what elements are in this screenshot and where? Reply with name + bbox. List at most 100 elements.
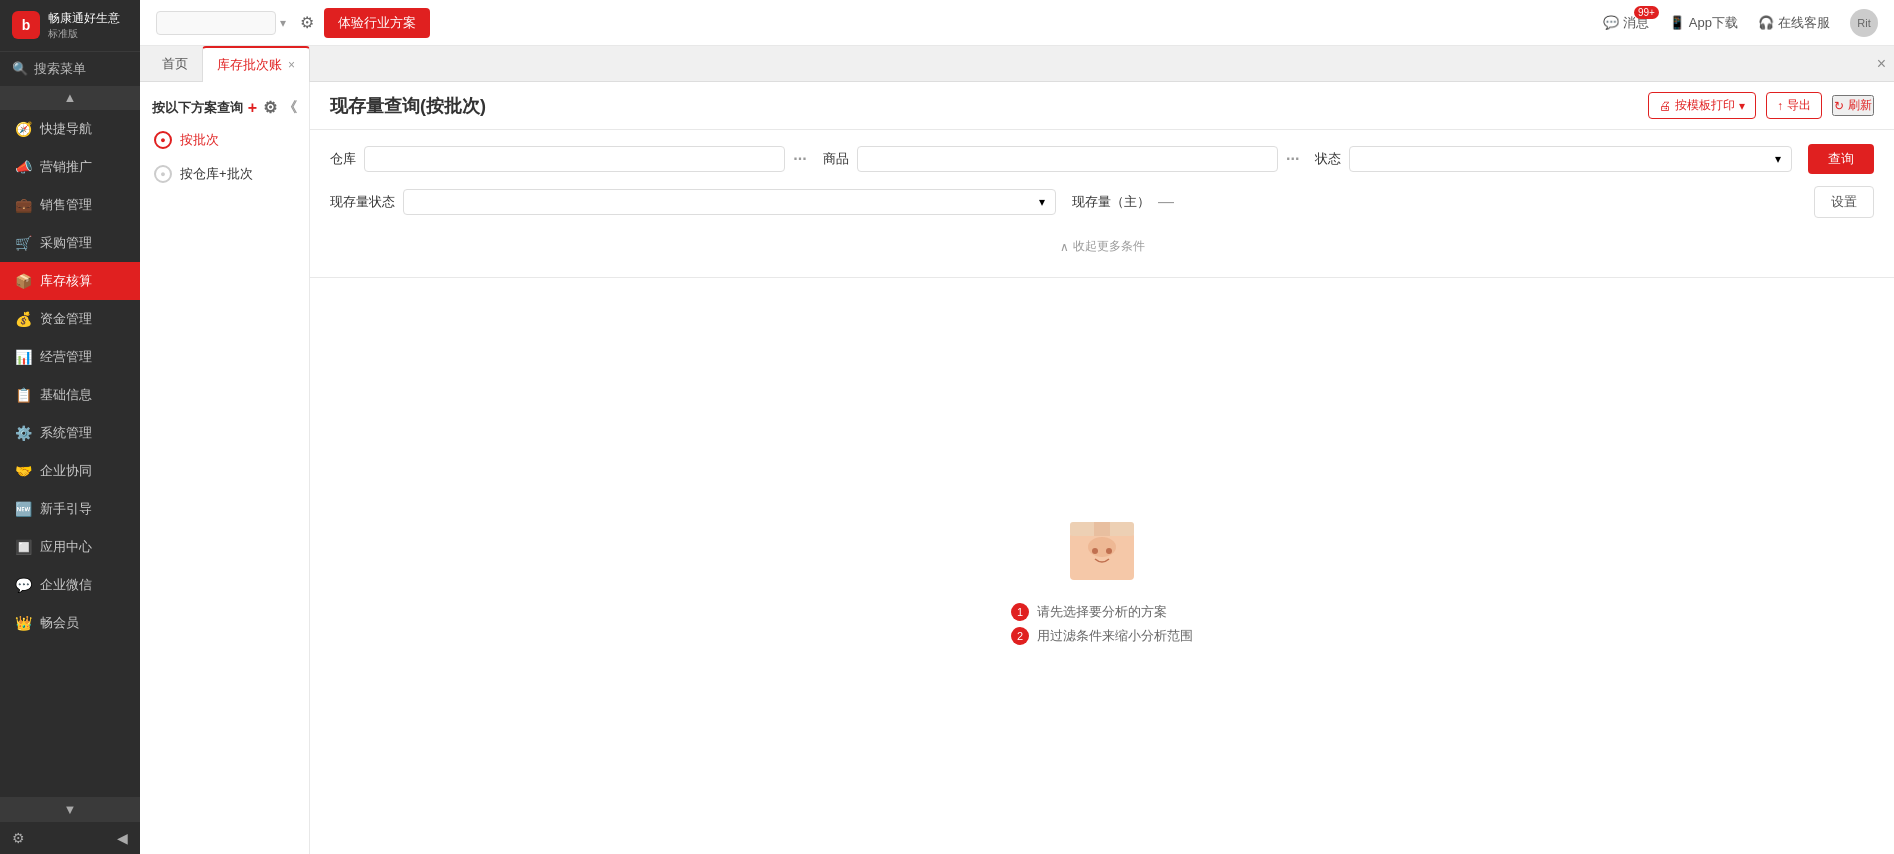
sidebar-item-enterprise[interactable]: 🤝企业协同 bbox=[0, 452, 140, 490]
sidebar-logo: b bbox=[12, 11, 40, 39]
sidebar-item-purchase[interactable]: 🛒采购管理 bbox=[0, 224, 140, 262]
scheme-item-by_warehouse_batch[interactable]: ●按仓库+批次 bbox=[140, 157, 309, 191]
refresh-btn[interactable]: ↻ 刷新 bbox=[1832, 95, 1874, 116]
query-btn[interactable]: 查询 bbox=[1808, 144, 1874, 174]
messages-btn[interactable]: 💬 消息 99+ bbox=[1603, 14, 1649, 32]
user-profile-btn[interactable]: Rit bbox=[1850, 9, 1878, 37]
sidebar-item-finance[interactable]: 💰资金管理 bbox=[0, 300, 140, 338]
collapse-panel-icon[interactable]: 《 bbox=[283, 99, 297, 117]
warehouse-input[interactable] bbox=[364, 146, 785, 172]
scheme-dot-by_warehouse_batch: ● bbox=[154, 165, 172, 183]
scheme-item-by_batch[interactable]: ●按批次 bbox=[140, 123, 309, 157]
scroll-up-btn[interactable]: ▲ bbox=[0, 86, 140, 110]
topbar-gear-icon[interactable]: ⚙ bbox=[300, 13, 314, 32]
filter-warehouse: 仓库 ··· bbox=[330, 146, 807, 172]
sidebar: b 畅康通好生意 标准版 🔍 搜索菜单 ▲ 🧭快捷导航 📣 营销推广 💼销售管理🛒采购… bbox=[0, 0, 140, 854]
page-header: 现存量查询(按批次) 🖨 按模板打印 ▾ ↑ 导出 ↻ 刷新 bbox=[310, 82, 1894, 130]
tip-text: 请先选择要分析的方案 bbox=[1037, 603, 1167, 621]
sidebar-brand-info: 畅康通好生意 标准版 bbox=[48, 10, 120, 41]
inventory-icon: 📦 bbox=[14, 272, 32, 290]
app-download-label: App下载 bbox=[1689, 14, 1738, 32]
topbar-search-input[interactable] bbox=[156, 11, 276, 35]
sidebar-item-system[interactable]: ⚙️系统管理 bbox=[0, 414, 140, 452]
add-scheme-btn[interactable]: + bbox=[248, 99, 257, 117]
empty-illustration bbox=[1052, 487, 1152, 587]
export-btn[interactable]: ↑ 导出 bbox=[1766, 92, 1822, 119]
status-select[interactable]: ▾ bbox=[1349, 146, 1792, 172]
sidebar-item-basics[interactable]: 📋 基础信息 bbox=[0, 376, 140, 414]
tip-num: 1 bbox=[1011, 603, 1029, 621]
empty-tips: 1请先选择要分析的方案2用过滤条件来缩小分析范围 bbox=[1011, 603, 1193, 645]
operations-icon: 📊 bbox=[14, 348, 32, 366]
sidebar-item-wechat[interactable]: 💬 企业微信 bbox=[0, 566, 140, 604]
stock-status-label: 现存量状态 bbox=[330, 193, 395, 211]
sidebar-item-operations[interactable]: 📊经营管理 bbox=[0, 338, 140, 376]
search-menu-item[interactable]: 🔍 搜索菜单 bbox=[0, 52, 140, 86]
user-avatar: Rit bbox=[1850, 9, 1878, 37]
status-label: 状态 bbox=[1315, 150, 1341, 168]
finance-icon: 💰 bbox=[14, 310, 32, 328]
left-panel-title: 按以下方案查询 bbox=[152, 99, 243, 117]
online-service-label: 在线客服 bbox=[1778, 14, 1830, 32]
right-panel: 现存量查询(按批次) 🖨 按模板打印 ▾ ↑ 导出 ↻ 刷新 bbox=[310, 82, 1894, 854]
marketing-icon: 📣 bbox=[14, 158, 32, 176]
settings-btn[interactable]: 设置 bbox=[1814, 186, 1874, 218]
sidebar-item-marketing[interactable]: 📣 营销推广 bbox=[0, 148, 140, 186]
collapse-more-btn[interactable]: ∧ 收起更多条件 bbox=[330, 230, 1874, 263]
basics-icon: 📋 bbox=[14, 386, 32, 404]
empty-state: 1请先选择要分析的方案2用过滤条件来缩小分析范围 bbox=[310, 278, 1894, 854]
sidebar-item-sales[interactable]: 💼销售管理 bbox=[0, 186, 140, 224]
tab-home[interactable]: 首页 bbox=[148, 46, 202, 82]
online-service-btn[interactable]: 🎧 在线客服 bbox=[1758, 14, 1830, 32]
tab-close-icon[interactable]: × bbox=[288, 58, 295, 72]
topbar-chevron-icon[interactable]: ▾ bbox=[280, 16, 286, 30]
sidebar-item-label-wechat: 企业微信 bbox=[40, 576, 92, 594]
enterprise-icon: 🤝 bbox=[14, 462, 32, 480]
guide-icon: 🆕 bbox=[14, 500, 32, 518]
sidebar-item-inventory[interactable]: 📦库存核算 bbox=[0, 262, 140, 300]
tabbar-close-btn[interactable]: × bbox=[1877, 55, 1886, 73]
sidebar-item-guide[interactable]: 🆕新手引导 bbox=[0, 490, 140, 528]
print-template-btn[interactable]: 🖨 按模板打印 ▾ bbox=[1648, 92, 1756, 119]
scheme-settings-icon[interactable]: ⚙ bbox=[263, 98, 277, 117]
sidebar-item-vip[interactable]: 👑畅会员 bbox=[0, 604, 140, 642]
warehouse-more-btn[interactable]: ··· bbox=[793, 150, 806, 168]
sidebar-nav: 🧭快捷导航 📣 营销推广 💼销售管理🛒采购管理📦库存核算💰资金管理📊经营管理 📋 基础信息… bbox=[0, 110, 140, 797]
stock-amount-label: 现存量（主） bbox=[1072, 193, 1150, 211]
stock-amount-dash: — bbox=[1158, 193, 1174, 211]
sidebar-item-shortcut[interactable]: 🧭快捷导航 bbox=[0, 110, 140, 148]
goods-input[interactable] bbox=[857, 146, 1278, 172]
sales-icon: 💼 bbox=[14, 196, 32, 214]
sidebar-item-label-apps: 应用中心 bbox=[40, 538, 92, 556]
collapse-sidebar-icon[interactable]: ◀ bbox=[117, 830, 128, 846]
trial-industry-btn[interactable]: 体验行业方案 bbox=[324, 8, 430, 38]
page-header-actions: 🖨 按模板打印 ▾ ↑ 导出 ↻ 刷新 bbox=[1648, 92, 1874, 119]
goods-more-btn[interactable]: ··· bbox=[1286, 150, 1299, 168]
search-menu-label: 搜索菜单 bbox=[34, 60, 86, 78]
status-chevron-icon: ▾ bbox=[1775, 152, 1781, 166]
filter-row-1: 仓库 ··· 商品 ··· 状态 ▾ bbox=[330, 144, 1874, 174]
settings-icon[interactable]: ⚙ bbox=[12, 830, 25, 846]
filter-goods: 商品 ··· bbox=[823, 146, 1300, 172]
print-chevron-icon: ▾ bbox=[1739, 99, 1745, 113]
stock-status-select[interactable]: ▾ bbox=[403, 189, 1056, 215]
shortcut-icon: 🧭 bbox=[14, 120, 32, 138]
tab-home-label: 首页 bbox=[162, 55, 188, 73]
tab-inventory-batch[interactable]: 库存批次账 × bbox=[202, 46, 310, 82]
filter-stock-amount: 现存量（主） — bbox=[1072, 193, 1798, 211]
vip-icon: 👑 bbox=[14, 614, 32, 632]
brand-name: 畅康通好生意 bbox=[48, 10, 120, 27]
sidebar-item-label-purchase: 采购管理 bbox=[40, 234, 92, 252]
sidebar-item-label-marketing: 营销推广 bbox=[40, 158, 92, 176]
wechat-icon: 💬 bbox=[14, 576, 32, 594]
scheme-list: ●按批次●按仓库+批次 bbox=[140, 123, 309, 191]
sidebar-bottom: ⚙ ◀ bbox=[0, 821, 140, 854]
content-area: 按以下方案查询 + ⚙ 《 ●按批次●按仓库+批次 现存量查询(按批次) 🖨 按… bbox=[140, 82, 1894, 854]
scroll-down-btn[interactable]: ▼ bbox=[0, 797, 140, 821]
sidebar-item-apps[interactable]: 🔲应用中心 bbox=[0, 528, 140, 566]
stock-status-chevron-icon: ▾ bbox=[1039, 195, 1045, 209]
messages-badge: 99+ bbox=[1634, 6, 1659, 19]
app-download-btn[interactable]: 📱 App下载 bbox=[1669, 14, 1738, 32]
sidebar-item-label-basics: 基础信息 bbox=[40, 386, 92, 404]
page-title: 现存量查询(按批次) bbox=[330, 94, 486, 118]
